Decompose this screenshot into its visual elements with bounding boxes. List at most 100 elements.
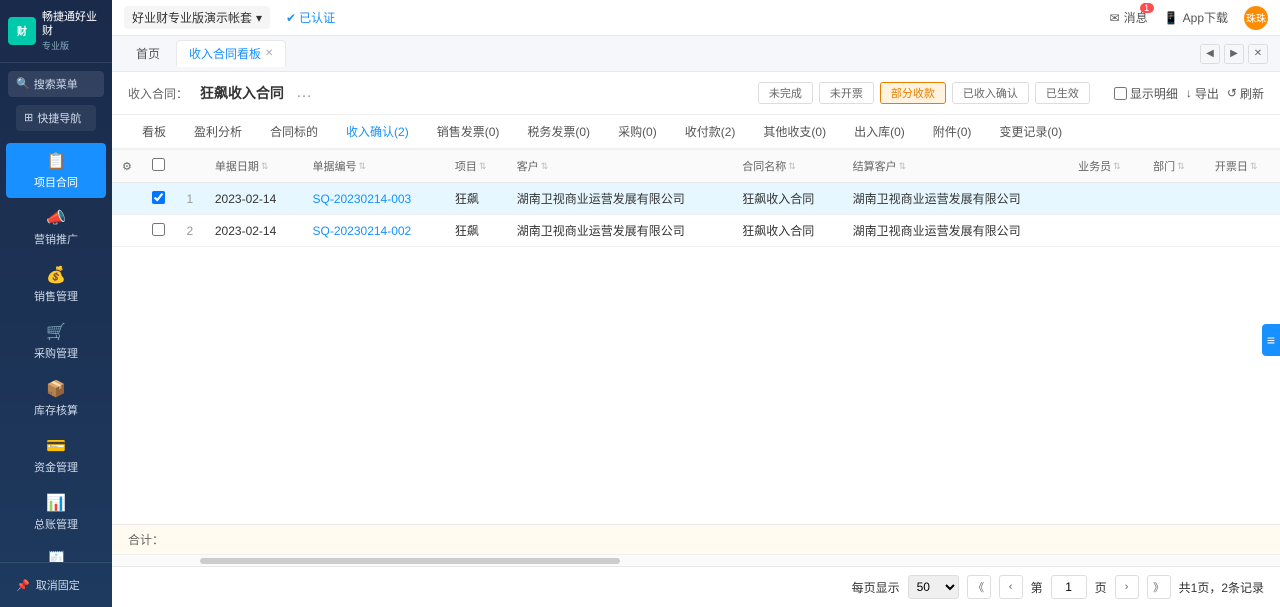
sub-tab-other[interactable]: 其他收支(0) (749, 115, 840, 150)
sidebar-item-project[interactable]: 📋 项目合同 (6, 143, 106, 198)
status-effective[interactable]: 已生效 (1035, 82, 1090, 104)
sidebar-item-invoice[interactable]: 🧾 发票管理 (6, 542, 106, 562)
row-num: 1 (175, 183, 205, 215)
next-page-button[interactable]: › (1115, 575, 1139, 599)
sub-tab-changes[interactable]: 变更记录(0) (985, 115, 1076, 150)
sidebar-item-sales[interactable]: 💰 销售管理 (6, 257, 106, 312)
sidebar-item-label: 销售管理 (34, 288, 78, 304)
quick-nav-button[interactable]: ⊞ 快捷导航 (16, 105, 96, 131)
row-checkbox-cell[interactable] (142, 183, 175, 215)
sub-tab-attachment[interactable]: 附件(0) (919, 115, 986, 150)
sidebar-item-general[interactable]: 📊 总账管理 (6, 485, 106, 540)
sub-tab-profit[interactable]: 盈利分析 (180, 115, 256, 150)
sub-tab-purchase[interactable]: 采购(0) (604, 115, 671, 150)
tab-home[interactable]: 首页 (124, 41, 172, 66)
sub-tab-confirm[interactable]: 收入确认(2) (332, 115, 423, 150)
sort-end-customer-icon[interactable]: ⇅ (899, 161, 907, 172)
select-all-checkbox[interactable] (152, 158, 165, 171)
status-uncomplete[interactable]: 未完成 (758, 82, 813, 104)
row-checkbox[interactable] (152, 191, 165, 204)
tab-close-icon[interactable]: ✕ (265, 48, 273, 59)
check-icon: ✔ (286, 11, 296, 25)
pagination: 每页显示 20 50 100 《 ‹ 第 页 › 》 共1页，2条记录 (112, 566, 1280, 607)
sort-project-icon[interactable]: ⇅ (479, 161, 487, 172)
sort-number-icon[interactable]: ⇅ (358, 161, 366, 172)
sidebar-item-purchase[interactable]: 🛒 采购管理 (6, 314, 106, 369)
certification-badge: ✔ 已认证 (286, 9, 335, 26)
row-number[interactable]: SQ-20230214-002 (302, 215, 444, 247)
contract-more-button[interactable]: … (296, 84, 312, 102)
sort-date-icon[interactable]: ⇅ (261, 161, 269, 172)
tab-bar: 首页 收入合同看板 ✕ ◀ ▶ ✕ (112, 36, 1280, 72)
col-salesperson[interactable]: 业务员⇅ (1068, 150, 1143, 183)
col-checkbox-header[interactable] (142, 150, 175, 183)
user-avatar[interactable]: 珠珠 (1244, 6, 1268, 30)
current-page-input[interactable] (1051, 575, 1087, 599)
show-detail-checkbox[interactable]: 显示明细 (1114, 85, 1178, 102)
app-download-button[interactable]: 📱 App下载 (1164, 9, 1228, 26)
horizontal-scrollbar[interactable] (200, 558, 620, 564)
status-confirmed[interactable]: 已收入确认 (952, 82, 1029, 104)
right-action-icon[interactable]: ≡ (1267, 332, 1275, 348)
search-menu-button[interactable]: 🔍 搜索菜单 (8, 71, 104, 97)
prev-page-button[interactable]: ‹ (999, 575, 1023, 599)
col-end-customer[interactable]: 结算客户⇅ (843, 150, 1069, 183)
sidebar-bottom: 📌 取消固定 (0, 562, 112, 607)
col-customer[interactable]: 客户⇅ (507, 150, 733, 183)
col-department[interactable]: 部门⇅ (1143, 150, 1205, 183)
sub-tab-tax-invoice[interactable]: 税务发票(0) (513, 115, 604, 150)
show-detail-input[interactable] (1114, 87, 1127, 100)
sort-customer-icon[interactable]: ⇅ (541, 161, 549, 172)
export-button[interactable]: ↓ 导出 (1186, 85, 1219, 102)
sales-icon: 💰 (46, 265, 66, 285)
status-uninvoiced[interactable]: 未开票 (819, 82, 874, 104)
row-customer: 湖南卫视商业运营发展有限公司 (507, 183, 733, 215)
app-sub: 专业版 (42, 39, 104, 52)
sort-contract-icon[interactable]: ⇅ (788, 161, 796, 172)
sub-tab-board[interactable]: 看板 (128, 115, 180, 150)
col-date[interactable]: 单据日期⇅ (205, 150, 303, 183)
sum-label: 合计： (128, 531, 164, 548)
table-row[interactable]: 1 2023-02-14 SQ-20230214-003 狂飙 湖南卫视商业运营… (112, 183, 1280, 215)
tab-contract-board[interactable]: 收入合同看板 ✕ (176, 40, 286, 67)
table-row[interactable]: 2 2023-02-14 SQ-20230214-002 狂飙 湖南卫视商业运营… (112, 215, 1280, 247)
row-settings (112, 183, 142, 215)
col-open-date[interactable]: 开票日⇅ (1205, 150, 1280, 183)
row-open-date (1205, 183, 1280, 215)
sub-tab-target[interactable]: 合同标的 (256, 115, 332, 150)
sidebar-item-inventory[interactable]: 📦 库存核算 (6, 371, 106, 426)
message-button[interactable]: ✉ 消息 1 (1110, 9, 1148, 26)
sort-salesperson-icon[interactable]: ⇅ (1113, 161, 1121, 172)
page-size-select[interactable]: 20 50 100 (908, 575, 959, 599)
download-icon: 📱 (1164, 11, 1179, 25)
company-selector[interactable]: 好业财专业版演示帐套 ▾ (124, 6, 270, 29)
last-page-button[interactable]: 》 (1147, 575, 1171, 599)
tab-next-button[interactable]: ▶ (1224, 44, 1244, 64)
col-project[interactable]: 项目⇅ (445, 150, 507, 183)
tab-prev-button[interactable]: ◀ (1200, 44, 1220, 64)
sidebar-search-area: 🔍 搜索菜单 (0, 63, 112, 105)
unpin-button[interactable]: 📌 取消固定 (8, 571, 104, 599)
table-area: ⚙ 单据日期⇅ 单据编号⇅ 项目⇅ (112, 150, 1280, 524)
sub-tab-payment[interactable]: 收付款(2) (671, 115, 750, 150)
row-checkbox[interactable] (152, 223, 165, 236)
sub-tab-sales-invoice[interactable]: 销售发票(0) (423, 115, 514, 150)
col-settings[interactable]: ⚙ (112, 150, 142, 183)
general-icon: 📊 (46, 493, 66, 513)
status-partial-receipt[interactable]: 部分收款 (880, 82, 946, 104)
col-number[interactable]: 单据编号⇅ (302, 150, 444, 183)
tab-close-all-button[interactable]: ✕ (1248, 44, 1268, 64)
sort-department-icon[interactable]: ⇅ (1177, 161, 1185, 172)
first-page-button[interactable]: 《 (967, 575, 991, 599)
sidebar-item-marketing[interactable]: 📣 营销推广 (6, 200, 106, 255)
contract-prefix: 收入合同： (128, 85, 188, 102)
sort-open-date-icon[interactable]: ⇅ (1250, 161, 1258, 172)
app-logo-icon: 财 (8, 17, 36, 45)
row-checkbox-cell[interactable] (142, 215, 175, 247)
sidebar-item-capital[interactable]: 💳 资金管理 (6, 428, 106, 483)
chevron-down-icon: ▾ (256, 11, 262, 25)
col-contract-name[interactable]: 合同名称⇅ (732, 150, 842, 183)
sub-tab-warehouse[interactable]: 出入库(0) (840, 115, 919, 150)
refresh-button[interactable]: ↺ 刷新 (1227, 85, 1264, 102)
row-number[interactable]: SQ-20230214-003 (302, 183, 444, 215)
